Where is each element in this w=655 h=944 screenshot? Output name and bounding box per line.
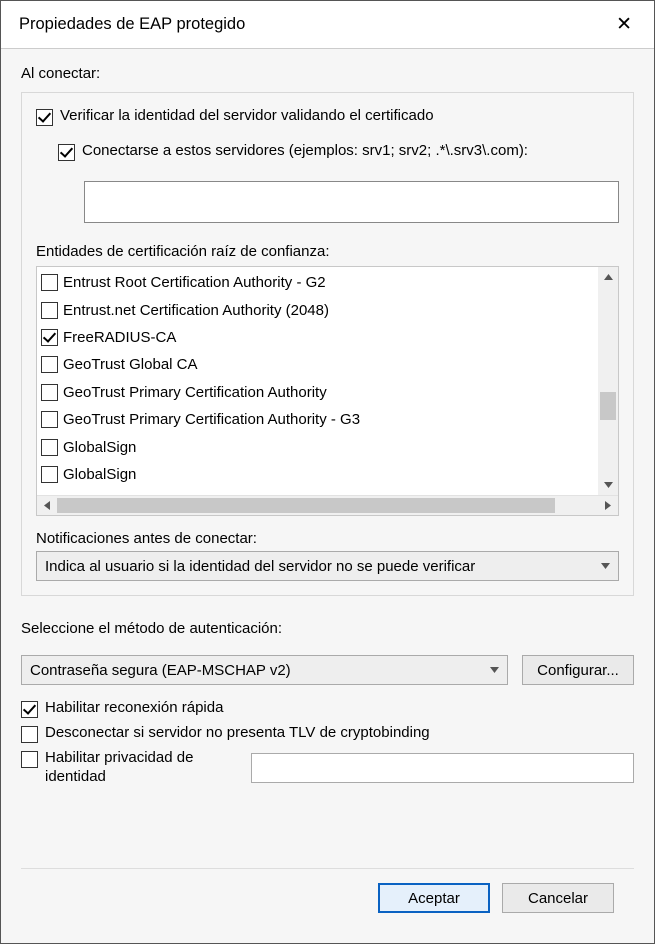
disconnect-tlv-label: Desconectar si servidor no presenta TLV … xyxy=(45,724,430,743)
connect-servers-checkbox[interactable] xyxy=(58,144,75,161)
ca-items: Entrust Root Certification Authority - G… xyxy=(37,267,598,495)
ca-item-label: Entrust.net Certification Authority (204… xyxy=(63,302,329,319)
vertical-thumb[interactable] xyxy=(600,392,616,420)
horizontal-thumb[interactable] xyxy=(57,498,555,513)
connect-servers-label: Conectarse a estos servidores (ejemplos:… xyxy=(82,142,528,161)
ca-item-label: Entrust Root Certification Authority - G… xyxy=(63,274,326,291)
options-block: Habilitar reconexión rápida Desconectar … xyxy=(21,699,634,787)
notif-label: Notificaciones antes de conectar: xyxy=(36,530,619,547)
scroll-right-icon[interactable] xyxy=(598,496,618,515)
identity-privacy-input[interactable] xyxy=(251,753,634,783)
vertical-track[interactable] xyxy=(598,287,618,475)
auth-method-label: Seleccione el método de autenticación: xyxy=(21,620,634,637)
list-item[interactable]: FreeRADIUS-CA xyxy=(41,324,598,351)
list-item[interactable]: GlobalSign xyxy=(41,433,598,460)
ca-item-checkbox[interactable] xyxy=(41,302,58,319)
configure-button[interactable]: Configurar... xyxy=(522,655,634,685)
auth-method-dropdown[interactable]: Contraseña segura (EAP-MSCHAP v2) xyxy=(21,655,508,685)
notif-dropdown[interactable]: Indica al usuario si la identidad del se… xyxy=(36,551,619,581)
ca-item-label: GeoTrust Global CA xyxy=(63,356,198,373)
identity-privacy-row: Habilitar privacidad de identidad xyxy=(21,749,634,787)
connect-heading: Al conectar: xyxy=(21,65,634,82)
title-bar: Propiedades de EAP protegido ✕ xyxy=(1,1,654,49)
ca-item-label: GlobalSign xyxy=(63,466,136,483)
disconnect-tlv-checkbox[interactable] xyxy=(21,726,38,743)
list-item[interactable]: Entrust Root Certification Authority - G… xyxy=(41,269,598,296)
horizontal-scrollbar[interactable] xyxy=(37,495,618,515)
verify-cert-row: Verificar la identidad del servidor vali… xyxy=(36,107,619,126)
list-item[interactable]: GeoTrust Global CA xyxy=(41,351,598,378)
ca-item-label: GeoTrust Primary Certification Authority xyxy=(63,384,327,401)
dialog-content: Al conectar: Verificar la identidad del … xyxy=(1,49,654,943)
notif-value: Indica al usuario si la identidad del se… xyxy=(45,558,475,575)
ca-item-checkbox[interactable] xyxy=(41,329,58,346)
identity-privacy-checkbox[interactable] xyxy=(21,751,38,768)
vertical-scrollbar[interactable] xyxy=(598,267,618,495)
fast-reconnect-row: Habilitar reconexión rápida xyxy=(21,699,634,718)
ca-item-checkbox[interactable] xyxy=(41,384,58,401)
connect-servers-row: Conectarse a estos servidores (ejemplos:… xyxy=(58,142,619,161)
fast-reconnect-label: Habilitar reconexión rápida xyxy=(45,699,223,718)
verify-cert-checkbox[interactable] xyxy=(36,109,53,126)
list-item[interactable]: GeoTrust Primary Certification Authority xyxy=(41,379,598,406)
close-icon[interactable]: ✕ xyxy=(608,11,640,38)
scroll-up-icon[interactable] xyxy=(598,267,618,287)
connect-servers-input[interactable] xyxy=(84,181,619,223)
dialog-footer: Aceptar Cancelar xyxy=(21,868,634,931)
scroll-left-icon[interactable] xyxy=(37,496,57,515)
ok-button[interactable]: Aceptar xyxy=(378,883,490,913)
connect-groupbox: Verificar la identidad del servidor vali… xyxy=(21,92,634,596)
ca-list-label: Entidades de certificación raíz de confi… xyxy=(36,243,619,260)
ca-item-checkbox[interactable] xyxy=(41,274,58,291)
disconnect-tlv-row: Desconectar si servidor no presenta TLV … xyxy=(21,724,634,743)
fast-reconnect-checkbox[interactable] xyxy=(21,701,38,718)
ca-item-checkbox[interactable] xyxy=(41,411,58,428)
list-item[interactable]: GeoTrust Primary Certification Authority… xyxy=(41,406,598,433)
auth-method-value: Contraseña segura (EAP-MSCHAP v2) xyxy=(30,662,291,679)
list-item[interactable]: GlobalSign xyxy=(41,461,598,488)
scroll-down-icon[interactable] xyxy=(598,475,618,495)
chevron-down-icon xyxy=(490,665,499,676)
ca-item-label: FreeRADIUS-CA xyxy=(63,329,176,346)
verify-cert-label: Verificar la identidad del servidor vali… xyxy=(60,107,434,126)
ca-listbox: Entrust Root Certification Authority - G… xyxy=(36,266,619,516)
list-item[interactable]: Entrust.net Certification Authority (204… xyxy=(41,296,598,323)
ca-item-checkbox[interactable] xyxy=(41,439,58,456)
window-title: Propiedades de EAP protegido xyxy=(19,15,245,34)
ca-item-checkbox[interactable] xyxy=(41,466,58,483)
chevron-down-icon xyxy=(601,561,610,572)
horizontal-track[interactable] xyxy=(57,496,598,515)
identity-privacy-label: Habilitar privacidad de identidad xyxy=(45,749,241,787)
ca-item-label: GlobalSign xyxy=(63,439,136,456)
cancel-button[interactable]: Cancelar xyxy=(502,883,614,913)
ca-item-checkbox[interactable] xyxy=(41,356,58,373)
ca-item-label: GeoTrust Primary Certification Authority… xyxy=(63,411,360,428)
